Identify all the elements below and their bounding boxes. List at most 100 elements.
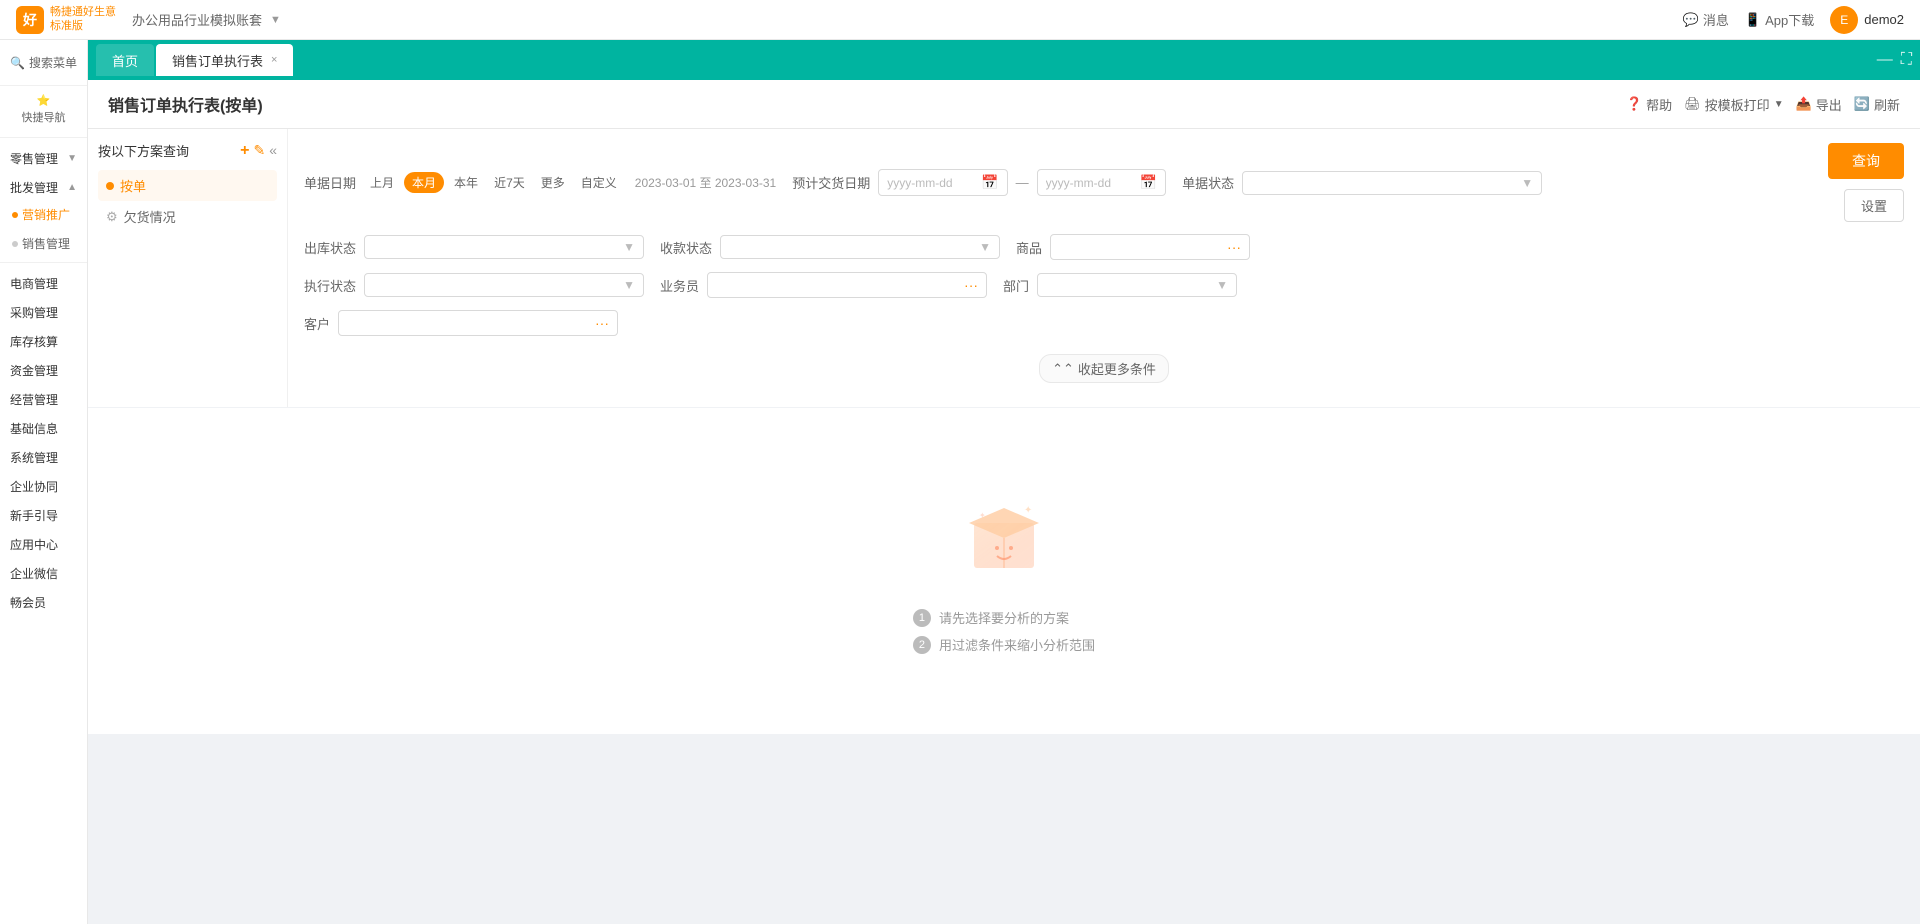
- date-input-start-wrapper[interactable]: 📅: [878, 169, 1007, 196]
- sidebar-item-newbie[interactable]: 新手引导: [0, 499, 87, 528]
- filter-collapse-area: ⌃⌃ 收起更多条件: [304, 348, 1904, 393]
- help-action[interactable]: ❓ 帮助: [1626, 95, 1672, 114]
- edit-scheme-icon[interactable]: ✎: [253, 142, 265, 160]
- avatar: E: [1830, 6, 1858, 34]
- right-panel: 首页 销售订单执行表 × — ⛶ 销售订单执行表(按单) ❓ 帮助: [88, 40, 1920, 924]
- filter-area: 按以下方案查询 + ✎ « 按单 ⚙: [88, 129, 1920, 407]
- sidebar-item-inventory[interactable]: 库存核算: [0, 325, 87, 354]
- sidebar-item-purchase[interactable]: 采购管理: [0, 296, 87, 325]
- export-action[interactable]: 📤 导出: [1796, 95, 1842, 114]
- sidebar-item-vip[interactable]: 畅会员: [0, 586, 87, 615]
- collapse-filter-icon[interactable]: «: [269, 142, 277, 160]
- page-header-actions: ❓ 帮助 🖨 按模板打印 ▼ 📤 导出 🔄 刷新: [1626, 95, 1900, 114]
- wholesale-arrow-icon: ▲: [67, 182, 77, 193]
- last7-btn[interactable]: 近7天: [488, 172, 531, 193]
- sub-item-dot-sales: [12, 241, 18, 247]
- sidebar-item-retail[interactable]: 零售管理 ▼: [0, 142, 87, 171]
- filter-item-receipt-status: 收款状态 ▼: [660, 235, 1000, 259]
- empty-state: ✦ ✦ 1 请先选择要分析的方案 2 用过滤条件来缩小分析范围: [88, 408, 1920, 734]
- scheme-item-press-order[interactable]: 按单: [98, 170, 277, 201]
- breadcrumb-arrow-icon[interactable]: ▼: [270, 14, 281, 26]
- salesperson-input-wrapper[interactable]: ···: [707, 272, 987, 298]
- tab-actions: — ⛶: [1877, 51, 1912, 69]
- customer-more-icon[interactable]: ···: [595, 315, 609, 331]
- sidebar-item-basic[interactable]: 基础信息: [0, 412, 87, 441]
- content-area: 销售订单执行表(按单) ❓ 帮助 🖨 按模板打印 ▼ 📤 导出: [88, 80, 1920, 924]
- sidebar-item-quick-nav[interactable]: ⭐ 快捷导航: [0, 86, 87, 133]
- filter-item-dept: 部门 ▼: [1003, 273, 1237, 297]
- order-status-select[interactable]: ▼: [1242, 171, 1542, 195]
- date-quick-buttons: 上月 本月 本年 近7天 更多 自定义: [364, 172, 623, 193]
- logo-area: 好 畅捷通好生意 标准版: [16, 6, 116, 34]
- filter-item-exec-status: 执行状态 ▼: [304, 273, 644, 297]
- scheme-item-owe-goods[interactable]: ⚙ 欠货情况: [98, 201, 277, 232]
- last-month-btn[interactable]: 上月: [364, 172, 400, 193]
- empty-tip-2: 2 用过滤条件来缩小分析范围: [913, 635, 1095, 654]
- svg-text:✦: ✦: [1024, 505, 1032, 516]
- export-icon: 📤: [1796, 96, 1812, 112]
- calendar-end-icon[interactable]: 📅: [1140, 174, 1157, 191]
- sidebar-sub-item-sales-mgmt[interactable]: 销售管理: [0, 229, 87, 258]
- logo-icon: 好: [16, 6, 44, 34]
- tip-1-number: 1: [913, 609, 931, 627]
- exec-status-select[interactable]: ▼: [364, 273, 644, 297]
- sidebar-item-system[interactable]: 系统管理: [0, 441, 87, 470]
- user-menu[interactable]: E demo2: [1830, 6, 1904, 34]
- salesperson-more-icon[interactable]: ···: [964, 277, 978, 293]
- top-bar-left: 好 畅捷通好生意 标准版 办公用品行业模拟账套 ▼: [16, 6, 281, 34]
- tab-minimize-icon[interactable]: —: [1877, 51, 1893, 69]
- breadcrumb[interactable]: 办公用品行业模拟账套: [132, 10, 262, 29]
- filter-left-header: 按以下方案查询 + ✎ «: [98, 141, 277, 160]
- search-menu-button[interactable]: 🔍 搜索菜单: [8, 50, 79, 75]
- more-btn[interactable]: 更多: [535, 172, 571, 193]
- date-input-end-wrapper[interactable]: 📅: [1037, 169, 1166, 196]
- sidebar-sub-item-marketing[interactable]: 营销推广: [0, 200, 87, 229]
- tab-maximize-icon[interactable]: ⛶: [1901, 51, 1912, 69]
- sidebar-item-corp-wechat[interactable]: 企业微信: [0, 557, 87, 586]
- dept-select[interactable]: ▼: [1037, 273, 1237, 297]
- sidebar-item-wholesale[interactable]: 批发管理 ▲: [0, 171, 87, 200]
- expected-date-end-input[interactable]: [1046, 176, 1136, 190]
- query-btn-area: 查询 设置: [1828, 143, 1904, 222]
- ship-status-select[interactable]: ▼: [364, 235, 644, 259]
- filter-inner: 按以下方案查询 + ✎ « 按单 ⚙: [88, 129, 1920, 407]
- query-button[interactable]: 查询: [1828, 143, 1904, 179]
- refresh-icon: 🔄: [1854, 96, 1870, 112]
- sidebar-item-ecommerce[interactable]: 电商管理: [0, 267, 87, 296]
- filter-item-order-status: 单据状态 ▼: [1182, 171, 1542, 195]
- expected-date-start-input[interactable]: [887, 176, 977, 190]
- product-input-wrapper[interactable]: ···: [1050, 234, 1250, 260]
- scheme-dot-active: [106, 182, 114, 190]
- receipt-status-select[interactable]: ▼: [720, 235, 1000, 259]
- retail-arrow-icon: ▼: [67, 153, 77, 164]
- product-more-icon[interactable]: ···: [1227, 239, 1241, 255]
- sidebar-item-finance[interactable]: 资金管理: [0, 354, 87, 383]
- customer-input-wrapper[interactable]: ···: [338, 310, 618, 336]
- ship-status-arrow-icon: ▼: [623, 240, 635, 254]
- print-action[interactable]: 🖨 按模板打印 ▼: [1684, 95, 1783, 114]
- tab-sales-order-exec[interactable]: 销售订单执行表 ×: [156, 44, 293, 76]
- settings-button[interactable]: 设置: [1844, 189, 1904, 222]
- app-download-icon: 📱: [1745, 12, 1761, 28]
- custom-btn[interactable]: 自定义: [575, 172, 623, 193]
- current-year-btn[interactable]: 本年: [448, 172, 484, 193]
- message-action[interactable]: 💬 消息: [1683, 10, 1729, 29]
- tab-home[interactable]: 首页: [96, 44, 154, 76]
- scheme-icon-owe: ⚙: [106, 209, 118, 225]
- sidebar-item-corp-collab[interactable]: 企业协同: [0, 470, 87, 499]
- calendar-start-icon[interactable]: 📅: [981, 174, 998, 191]
- current-month-btn[interactable]: 本月: [404, 172, 444, 193]
- sidebar-search-area: 🔍 搜索菜单: [0, 40, 87, 86]
- collapse-more-btn[interactable]: ⌃⌃ 收起更多条件: [1039, 354, 1169, 383]
- filter-row-2: 出库状态 ▼ 收款状态 ▼: [304, 234, 1904, 260]
- sidebar-item-app-center[interactable]: 应用中心: [0, 528, 87, 557]
- filter-item-date: 单据日期 上月 本月 本年 近7天 更多 自定义: [304, 172, 776, 193]
- app-download-action[interactable]: 📱 App下载: [1745, 10, 1814, 29]
- date-range-text: 2023-03-01 至 2023-03-31: [635, 174, 776, 191]
- refresh-action[interactable]: 🔄 刷新: [1854, 95, 1900, 114]
- filter-row-1: 单据日期 上月 本月 本年 近7天 更多 自定义: [304, 143, 1904, 222]
- tab-close-icon[interactable]: ×: [271, 54, 277, 66]
- sidebar-divider-1: [0, 137, 87, 138]
- sidebar-item-operation[interactable]: 经营管理: [0, 383, 87, 412]
- add-scheme-icon[interactable]: +: [240, 142, 249, 160]
